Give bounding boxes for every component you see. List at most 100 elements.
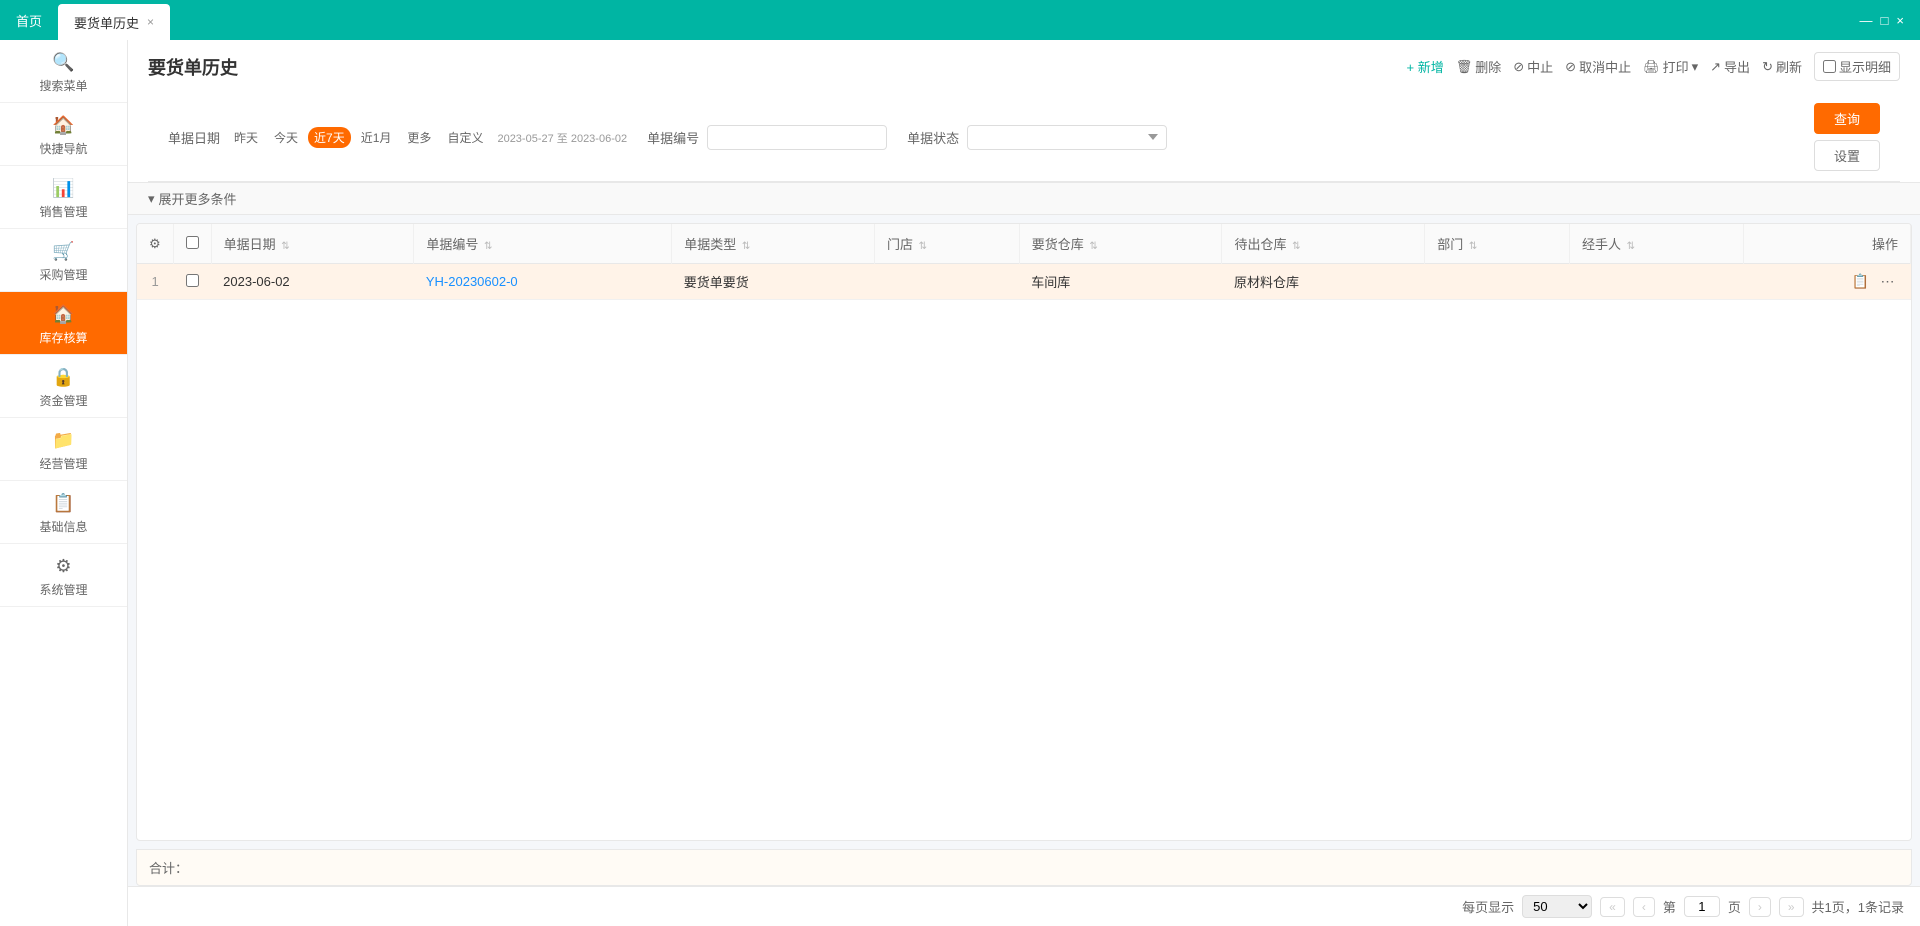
sidebar-item-finance[interactable]: 🔒 资金管理 bbox=[0, 355, 127, 418]
date-btn-more[interactable]: 更多 bbox=[401, 127, 437, 148]
minimize-icon[interactable]: — bbox=[1860, 13, 1873, 28]
content-area: 要货单历史 + 新增 🗑 删除 ⊘ 中止 ⊘ 取消中止 bbox=[128, 40, 1920, 926]
sidebar-item-purchase[interactable]: 🛒 采购管理 bbox=[0, 229, 127, 292]
maximize-icon[interactable]: □ bbox=[1881, 13, 1889, 28]
date-btn-today[interactable]: 今天 bbox=[268, 127, 304, 148]
cancel-stop-button[interactable]: ⊘ 取消中止 bbox=[1565, 57, 1631, 76]
column-doc-no: 单据编号 ⇅ bbox=[414, 224, 672, 264]
print-icon: 🖨 bbox=[1643, 59, 1660, 75]
refresh-button[interactable]: ↻ 刷新 bbox=[1762, 57, 1802, 76]
prev-page-button[interactable]: ‹ bbox=[1633, 897, 1655, 917]
settings-button[interactable]: 设置 bbox=[1814, 140, 1880, 171]
sidebar-label-nav: 快捷导航 bbox=[39, 140, 87, 157]
sidebar-item-nav[interactable]: 🏠 快捷导航 bbox=[0, 103, 127, 166]
tab-home-label: 首页 bbox=[16, 11, 42, 30]
sidebar: 🔍 搜索菜单 🏠 快捷导航 📊 销售管理 🛒 采购管理 🏠 库存核算 🔒 资金管… bbox=[0, 40, 128, 926]
sales-icon: 📊 bbox=[52, 178, 74, 199]
column-doc-date: 单据日期 ⇅ bbox=[211, 224, 414, 264]
stop-button[interactable]: ⊘ 中止 bbox=[1513, 57, 1553, 76]
table-header-row: ⚙ 单据日期 ⇅ 单据编号 ⇅ 单据类型 bbox=[137, 224, 1911, 264]
table-container: ⚙ 单据日期 ⇅ 单据编号 ⇅ 单据类型 bbox=[136, 223, 1912, 841]
delete-button[interactable]: 🗑 删除 bbox=[1456, 57, 1502, 76]
home-icon: 🏠 bbox=[52, 115, 74, 136]
last-page-button[interactable]: » bbox=[1779, 897, 1804, 917]
column-doc-type: 单据类型 ⇅ bbox=[672, 224, 875, 264]
status-label: 单据状态 bbox=[907, 128, 959, 147]
display-detail-button[interactable]: 显示明细 bbox=[1814, 52, 1900, 81]
filter-action-buttons: 查询 设置 bbox=[1814, 103, 1880, 171]
sort-icon-doc-no[interactable]: ⇅ bbox=[484, 241, 492, 252]
delete-icon: 🗑 bbox=[1456, 59, 1473, 75]
date-btn-7days[interactable]: 近7天 bbox=[308, 127, 351, 148]
sort-icon-handler[interactable]: ⇅ bbox=[1627, 241, 1635, 252]
tab-requisition-history[interactable]: 要货单历史 × bbox=[58, 4, 170, 40]
select-all-checkbox[interactable] bbox=[186, 236, 199, 249]
add-button[interactable]: + 新增 bbox=[1406, 57, 1443, 76]
sort-icon-doc-type[interactable]: ⇅ bbox=[742, 241, 750, 252]
sidebar-item-system[interactable]: ⚙ 系统管理 bbox=[0, 544, 127, 607]
sidebar-item-inventory[interactable]: 🏠 库存核算 bbox=[0, 292, 127, 355]
page-suffix: 页 bbox=[1728, 897, 1741, 916]
sidebar-item-sales[interactable]: 📊 销售管理 bbox=[0, 166, 127, 229]
sidebar-label-finance: 资金管理 bbox=[39, 392, 87, 409]
next-page-button[interactable]: › bbox=[1749, 897, 1771, 917]
top-bar: 首页 要货单历史 × — □ × bbox=[0, 0, 1920, 40]
page-input[interactable]: 1 bbox=[1684, 896, 1720, 917]
date-btn-1month[interactable]: 近1月 bbox=[355, 127, 398, 148]
status-select[interactable] bbox=[967, 125, 1167, 150]
doc-no-input[interactable] bbox=[707, 125, 887, 150]
sidebar-label-search: 搜索菜单 bbox=[39, 77, 87, 94]
pagination: 每页显示 50 100 200 « ‹ 第 1 页 › » 共1页，1条记录 bbox=[128, 886, 1920, 926]
refresh-icon: ↻ bbox=[1762, 59, 1773, 75]
inventory-icon: 🏠 bbox=[52, 304, 74, 325]
export-icon: ↗ bbox=[1710, 59, 1721, 75]
per-page-label: 每页显示 bbox=[1462, 897, 1514, 916]
row-req-warehouse: 车间库 bbox=[1019, 264, 1222, 300]
date-btn-custom[interactable]: 自定义 bbox=[441, 127, 489, 148]
doc-no-label: 单据编号 bbox=[647, 128, 699, 147]
sidebar-label-purchase: 采购管理 bbox=[39, 266, 87, 283]
toolbar: + 新增 🗑 删除 ⊘ 中止 ⊘ 取消中止 🖨 打 bbox=[1406, 52, 1900, 81]
system-icon: ⚙ bbox=[55, 556, 71, 577]
sidebar-item-basic-info[interactable]: 📋 基础信息 bbox=[0, 481, 127, 544]
sort-icon-department[interactable]: ⇅ bbox=[1469, 241, 1477, 252]
status-filter-group: 单据状态 bbox=[907, 125, 1167, 150]
page-title-row: 要货单历史 + 新增 🗑 删除 ⊘ 中止 ⊘ 取消中止 bbox=[148, 52, 1900, 81]
sidebar-item-operations[interactable]: 📁 经营管理 bbox=[0, 418, 127, 481]
column-settings[interactable]: ⚙ bbox=[137, 224, 173, 264]
footer-total-label: 合计： bbox=[149, 858, 188, 877]
display-detail-checkbox[interactable] bbox=[1823, 60, 1836, 73]
date-shortcuts: 昨天 今天 近7天 近1月 更多 自定义 bbox=[228, 127, 489, 148]
sidebar-label-system: 系统管理 bbox=[39, 581, 87, 598]
per-page-select[interactable]: 50 100 200 bbox=[1522, 895, 1592, 918]
row-edit-icon[interactable]: 📋 bbox=[1847, 271, 1872, 291]
sort-icon-store[interactable]: ⇅ bbox=[919, 241, 927, 252]
row-store bbox=[874, 264, 1019, 300]
purchase-icon: 🛒 bbox=[52, 241, 74, 262]
row-checkbox[interactable] bbox=[186, 274, 199, 287]
column-pending-warehouse: 待出仓库 ⇅ bbox=[1222, 224, 1425, 264]
first-page-button[interactable]: « bbox=[1600, 897, 1625, 917]
sort-icon-doc-date[interactable]: ⇅ bbox=[281, 241, 289, 252]
row-doc-no[interactable]: YH-20230602-0 bbox=[414, 264, 672, 300]
query-button[interactable]: 查询 bbox=[1814, 103, 1880, 134]
export-button[interactable]: ↗ 导出 bbox=[1710, 57, 1750, 76]
close-window-icon[interactable]: × bbox=[1896, 13, 1904, 28]
date-btn-yesterday[interactable]: 昨天 bbox=[228, 127, 264, 148]
sidebar-item-search[interactable]: 🔍 搜索菜单 bbox=[0, 40, 127, 103]
sidebar-label-sales: 销售管理 bbox=[39, 203, 87, 220]
tab-close-icon[interactable]: × bbox=[147, 15, 154, 29]
date-range-display: 2023-05-27 至 2023-06-02 bbox=[497, 130, 627, 146]
sort-icon-pending-warehouse[interactable]: ⇅ bbox=[1292, 241, 1300, 252]
cancel-stop-icon: ⊘ bbox=[1565, 59, 1576, 75]
expand-more-bar[interactable]: ▾ 展开更多条件 bbox=[128, 183, 1920, 215]
row-department bbox=[1425, 264, 1570, 300]
print-button[interactable]: 🖨 打印 ▾ bbox=[1643, 57, 1698, 76]
row-more-icon[interactable]: ⋯ bbox=[1877, 271, 1899, 291]
page-header: 要货单历史 + 新增 🗑 删除 ⊘ 中止 ⊘ 取消中止 bbox=[128, 40, 1920, 183]
column-department: 部门 ⇅ bbox=[1425, 224, 1570, 264]
tab-home[interactable]: 首页 bbox=[0, 0, 58, 40]
tab-requisition-label: 要货单历史 bbox=[74, 13, 139, 32]
row-operation: 📋 ⋯ bbox=[1743, 264, 1910, 300]
sort-icon-req-warehouse[interactable]: ⇅ bbox=[1089, 241, 1097, 252]
